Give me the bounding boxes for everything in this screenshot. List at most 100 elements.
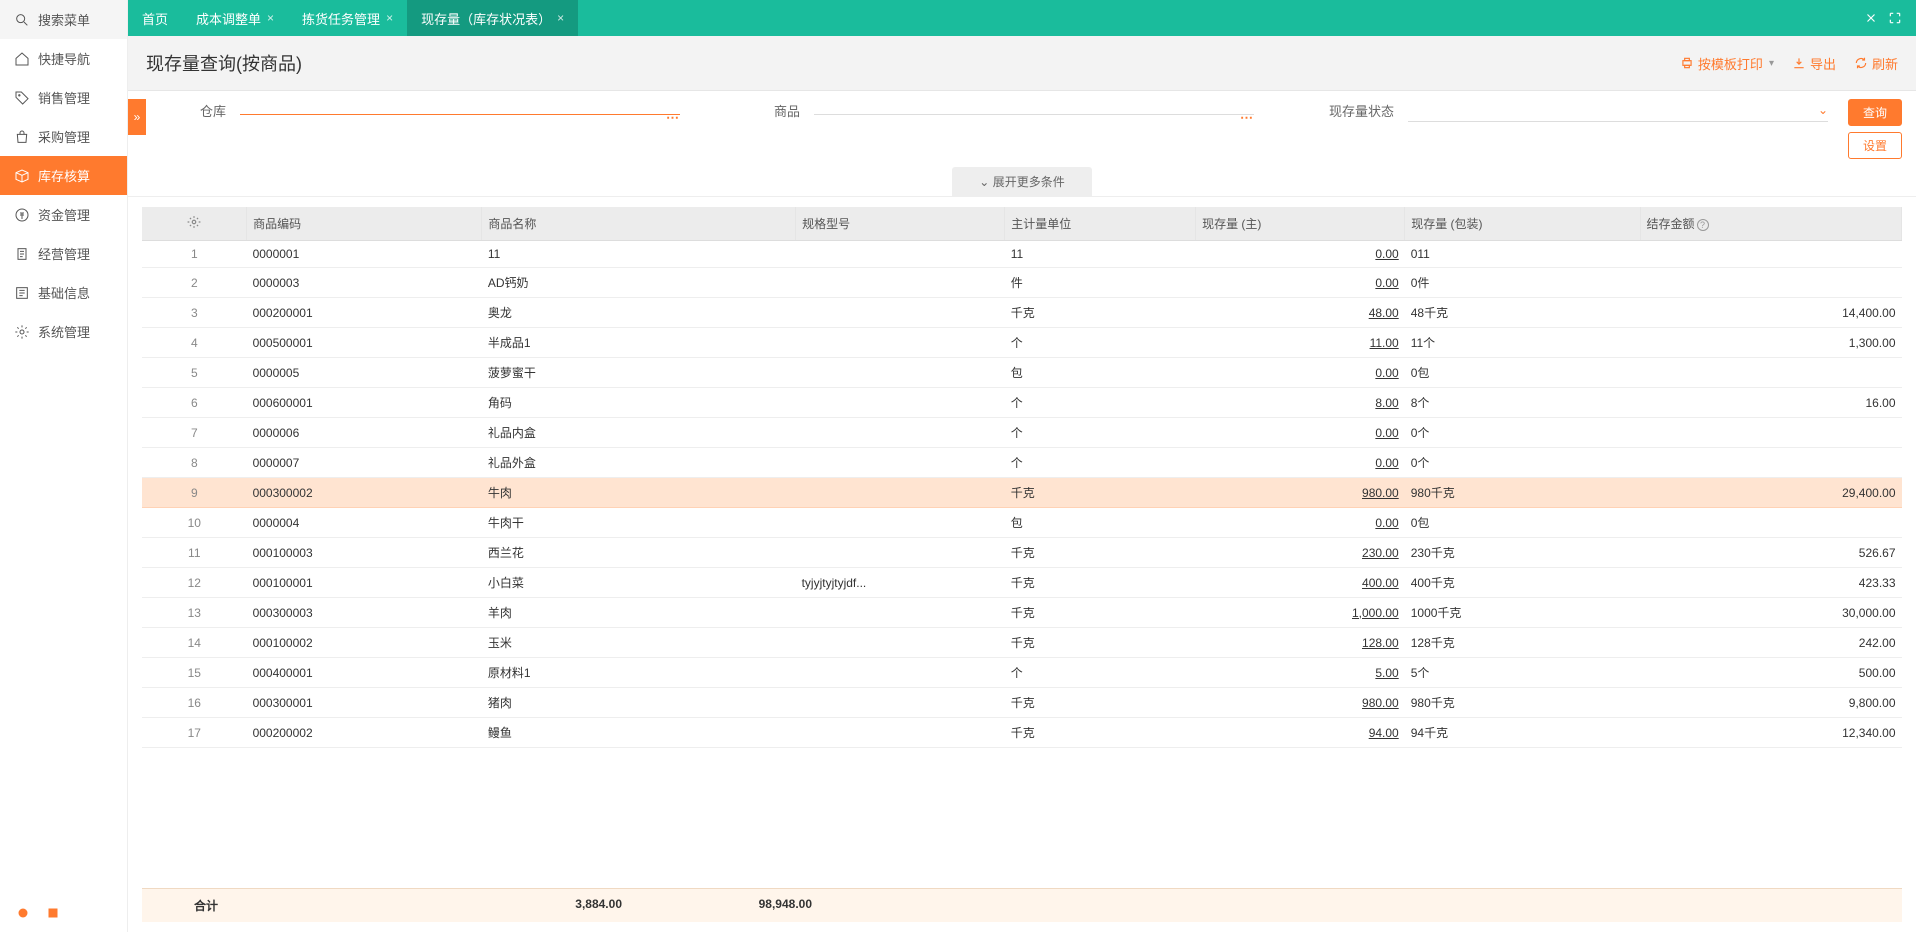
expand-more-button[interactable]: 展开更多条件 — [952, 167, 1092, 196]
collapse-handle[interactable]: » — [128, 99, 146, 135]
table-row[interactable]: 16000300001猪肉千克980.00980千克9,800.00 — [142, 688, 1902, 718]
cell-qty[interactable]: 94.00 — [1196, 718, 1405, 748]
print-template-button[interactable]: 按模板打印 ▾ — [1680, 54, 1774, 73]
column-header[interactable]: 现存量 (主) — [1196, 207, 1405, 241]
tab-1[interactable]: 成本调整单× — [182, 0, 288, 36]
cell-qty[interactable]: 980.00 — [1196, 478, 1405, 508]
cell-qty[interactable]: 0.00 — [1196, 508, 1405, 538]
cell-qty[interactable]: 1,000.00 — [1196, 598, 1405, 628]
cell-pack: 980千克 — [1405, 478, 1640, 508]
table-row[interactable]: 20000003AD钙奶件0.000件 — [142, 268, 1902, 298]
fullscreen-icon[interactable] — [1888, 11, 1902, 25]
sidebar-item-6[interactable]: 经营管理 — [0, 234, 127, 273]
table-row[interactable]: 15000400001原材料1个5.005个500.00 — [142, 658, 1902, 688]
column-header[interactable]: 主计量单位 — [1005, 207, 1196, 241]
table-row[interactable]: 1000000111110.00011 — [142, 241, 1902, 268]
cell-qty[interactable]: 980.00 — [1196, 688, 1405, 718]
tab-3[interactable]: 现存量（库存状况表）× — [407, 0, 578, 36]
warehouse-field[interactable]: 仓库 ⋯ — [166, 101, 680, 120]
cell-qty[interactable]: 128.00 — [1196, 628, 1405, 658]
table-row[interactable]: 100000004牛肉干包0.000包 — [142, 508, 1902, 538]
product-field[interactable]: 商品 ⋯ — [740, 101, 1254, 120]
cell-qty[interactable]: 0.00 — [1196, 448, 1405, 478]
refresh-button[interactable]: 刷新 — [1854, 54, 1898, 73]
table-row[interactable]: 6000600001角码个8.008个16.00 — [142, 388, 1902, 418]
tab-0[interactable]: 首页 — [128, 0, 182, 36]
column-header[interactable]: 规格型号 — [796, 207, 1005, 241]
close-icon[interactable]: × — [267, 11, 274, 25]
cell-spec — [796, 241, 1005, 268]
help-icon[interactable]: ? — [1697, 219, 1709, 231]
cell-qty[interactable]: 0.00 — [1196, 418, 1405, 448]
sidebar-item-1[interactable]: 快捷导航 — [0, 39, 127, 78]
cell-qty[interactable]: 230.00 — [1196, 538, 1405, 568]
setting-button[interactable]: 设置 — [1848, 132, 1902, 159]
sidebar-item-2[interactable]: 销售管理 — [0, 78, 127, 117]
cell-spec — [796, 448, 1005, 478]
cell-code: 0000003 — [247, 268, 482, 298]
cell-code: 0000007 — [247, 448, 482, 478]
cell-spec — [796, 688, 1005, 718]
bag-icon — [14, 129, 30, 145]
table-row[interactable]: 12000100001小白菜tyjyjtyjtyjdf...千克400.0040… — [142, 568, 1902, 598]
table-settings-icon[interactable] — [142, 207, 247, 241]
footer-icon-1[interactable] — [14, 904, 32, 922]
row-index: 15 — [142, 658, 247, 688]
cell-spec — [796, 328, 1005, 358]
sidebar-item-4[interactable]: 库存核算 — [0, 156, 127, 195]
sidebar-item-8[interactable]: 系统管理 — [0, 312, 127, 351]
sidebar-item-3[interactable]: 采购管理 — [0, 117, 127, 156]
table-row[interactable]: 50000005菠萝蜜干包0.000包 — [142, 358, 1902, 388]
tab-2[interactable]: 拣货任务管理× — [288, 0, 407, 36]
cell-pack: 5个 — [1405, 658, 1640, 688]
row-index: 13 — [142, 598, 247, 628]
row-index: 2 — [142, 268, 247, 298]
table-row[interactable]: 4000500001半成品1个11.0011个1,300.00 — [142, 328, 1902, 358]
cell-code: 000100001 — [247, 568, 482, 598]
table-row[interactable]: 80000007礼品外盒个0.000个 — [142, 448, 1902, 478]
table-row[interactable]: 13000300003羊肉千克1,000.001000千克30,000.00 — [142, 598, 1902, 628]
cell-qty[interactable]: 8.00 — [1196, 388, 1405, 418]
sidebar-item-0[interactable]: 搜索菜单 — [0, 0, 127, 39]
table-row[interactable]: 3000200001奥龙千克48.0048千克14,400.00 — [142, 298, 1902, 328]
cell-qty[interactable]: 5.00 — [1196, 658, 1405, 688]
query-button[interactable]: 查询 — [1848, 99, 1902, 126]
warehouse-picker-icon[interactable]: ⋯ — [666, 110, 680, 126]
column-header[interactable]: 现存量 (包装) — [1405, 207, 1640, 241]
column-header[interactable]: 商品编码 — [247, 207, 482, 241]
close-all-icon[interactable] — [1864, 11, 1878, 25]
table-row[interactable]: 14000100002玉米千克128.00128千克242.00 — [142, 628, 1902, 658]
sidebar-item-5[interactable]: 资金管理 — [0, 195, 127, 234]
table-row[interactable]: 11000100003西兰花千克230.00230千克526.67 — [142, 538, 1902, 568]
table-row[interactable]: 9000300002牛肉千克980.00980千克29,400.00 — [142, 478, 1902, 508]
cell-qty[interactable]: 11.00 — [1196, 328, 1405, 358]
status-field[interactable]: 现存量状态 ⌄ — [1314, 99, 1828, 122]
chevron-down-icon: ▾ — [1769, 58, 1774, 69]
row-index: 7 — [142, 418, 247, 448]
cell-amt — [1640, 448, 1902, 478]
cell-code: 000400001 — [247, 658, 482, 688]
footer-amt-total: 98,948.00 — [718, 897, 818, 914]
cell-amt — [1640, 241, 1902, 268]
product-picker-icon[interactable]: ⋯ — [1240, 110, 1254, 126]
cell-amt: 242.00 — [1640, 628, 1902, 658]
cell-qty[interactable]: 0.00 — [1196, 358, 1405, 388]
close-icon[interactable]: × — [386, 11, 393, 25]
cell-unit: 千克 — [1005, 478, 1196, 508]
chevron-down-icon[interactable]: ⌄ — [1818, 103, 1828, 117]
cell-qty[interactable]: 0.00 — [1196, 241, 1405, 268]
cell-qty[interactable]: 48.00 — [1196, 298, 1405, 328]
column-header[interactable]: 商品名称 — [482, 207, 796, 241]
cell-qty[interactable]: 0.00 — [1196, 268, 1405, 298]
cell-unit: 千克 — [1005, 628, 1196, 658]
table-row[interactable]: 17000200002鳗鱼千克94.0094千克12,340.00 — [142, 718, 1902, 748]
cell-qty[interactable]: 400.00 — [1196, 568, 1405, 598]
cell-unit: 包 — [1005, 358, 1196, 388]
export-button[interactable]: 导出 — [1792, 54, 1836, 73]
sidebar-item-7[interactable]: 基础信息 — [0, 273, 127, 312]
column-header[interactable]: 结存金额? — [1640, 207, 1902, 241]
table-row[interactable]: 70000006礼品内盒个0.000个 — [142, 418, 1902, 448]
cell-code: 000100003 — [247, 538, 482, 568]
footer-icon-2[interactable] — [44, 904, 62, 922]
close-icon[interactable]: × — [557, 11, 564, 25]
